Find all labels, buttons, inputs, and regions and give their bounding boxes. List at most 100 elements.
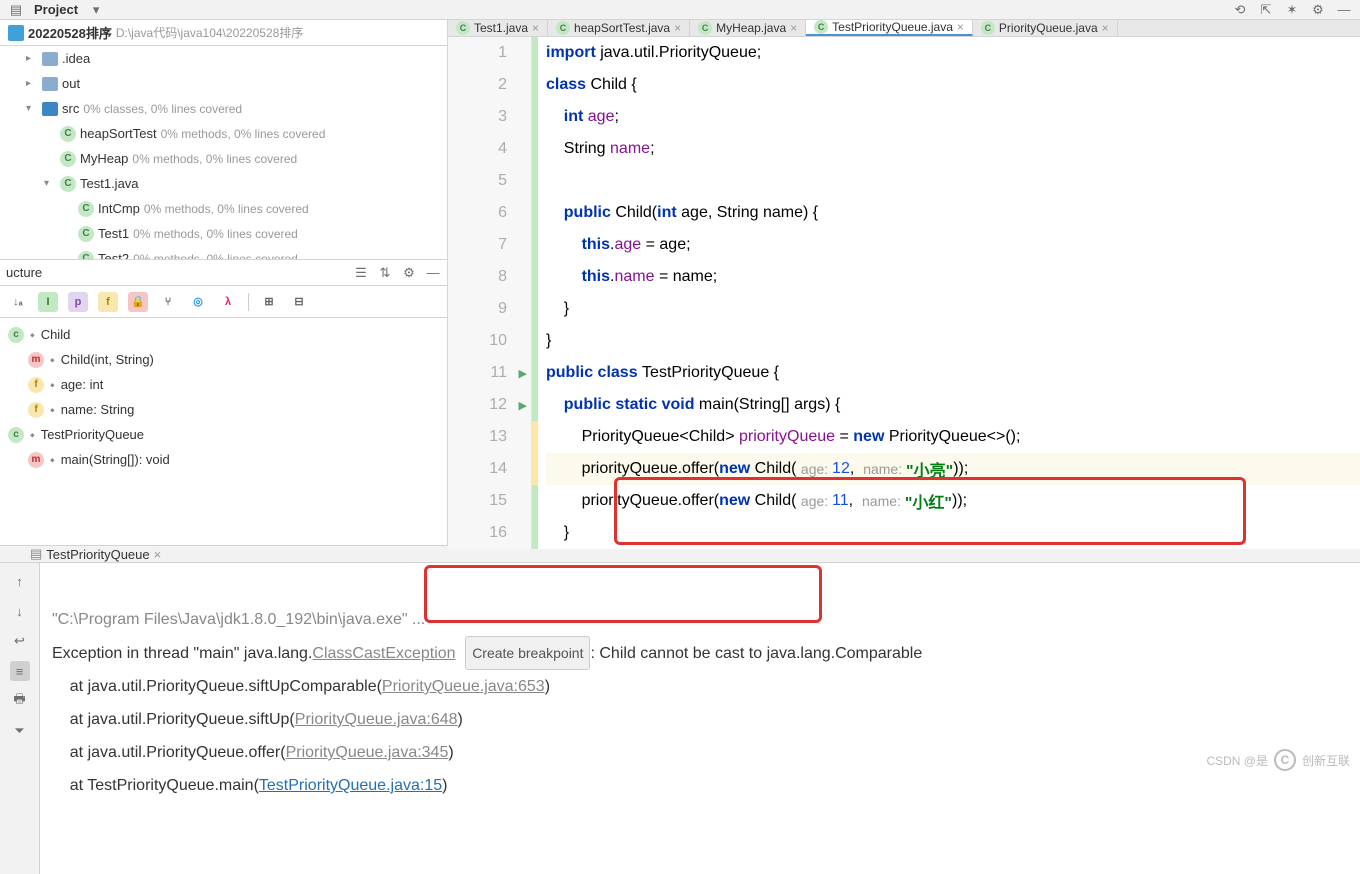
run-gutter-icon[interactable]: ▶ [519, 399, 527, 412]
tree-row[interactable]: CTest1 0% methods, 0% lines covered [0, 221, 447, 246]
line-number[interactable]: 3 [448, 101, 531, 133]
stack-link[interactable]: TestPriorityQueue.java:15 [259, 777, 442, 794]
code-line[interactable]: import java.util.PriorityQueue; [546, 37, 1360, 69]
stack-link[interactable]: PriorityQueue.java:345 [286, 744, 449, 761]
tree-row[interactable]: ▸out [0, 71, 447, 96]
create-breakpoint-button[interactable]: Create breakpoint [465, 636, 590, 670]
gear-icon[interactable]: ⚙ [401, 265, 417, 281]
run-gutter-icon[interactable]: ▶ [519, 367, 527, 380]
stack-link[interactable]: PriorityQueue.java:648 [295, 711, 458, 728]
gear-icon[interactable]: ⚙ [1310, 2, 1326, 18]
struct-opt2-icon[interactable]: ⇅ [377, 265, 393, 281]
chevron-icon[interactable]: ▸ [26, 78, 38, 89]
expand-all-icon[interactable]: ⊞ [259, 292, 279, 312]
structure-row[interactable]: c⬩TestPriorityQueue [0, 422, 447, 447]
chevron-icon[interactable]: ▸ [26, 53, 38, 64]
collapse-all-icon[interactable]: ⊟ [289, 292, 309, 312]
line-number[interactable]: 5 [448, 165, 531, 197]
dropdown-icon[interactable]: ▾ [88, 2, 104, 18]
code-line[interactable]: int age; [546, 101, 1360, 133]
close-icon[interactable]: × [674, 21, 681, 35]
structure-row[interactable]: c⬩Child [0, 322, 447, 347]
print-icon[interactable]: 🖶 [10, 691, 30, 711]
code-line[interactable]: public static void main(String[] args) { [546, 389, 1360, 421]
sort-icon[interactable]: ↓ₐ [8, 292, 28, 312]
wrap-icon[interactable]: ↩ [10, 631, 30, 651]
code-editor[interactable]: 1234567891011▶12▶13141516 import java.ut… [448, 37, 1360, 549]
struct-opt1-icon[interactable]: ☰ [353, 265, 369, 281]
editor-tab[interactable]: CMyHeap.java× [690, 20, 806, 36]
code-area[interactable]: import java.util.PriorityQueue;class Chi… [538, 37, 1360, 549]
code-line[interactable]: this.age = age; [546, 229, 1360, 261]
close-icon[interactable]: × [957, 20, 964, 34]
close-icon[interactable]: × [532, 21, 539, 35]
code-line[interactable]: PriorityQueue<Child> priorityQueue = new… [546, 421, 1360, 453]
line-number[interactable]: 12▶ [448, 389, 531, 421]
code-line[interactable]: class Child { [546, 69, 1360, 101]
tree-row[interactable]: CTest2 0% methods, 0% lines covered [0, 246, 447, 260]
expand-icon[interactable]: ⇱ [1258, 2, 1274, 18]
up-icon[interactable]: ↑ [10, 571, 30, 591]
line-number[interactable]: 13 [448, 421, 531, 453]
code-line[interactable]: public class TestPriorityQueue { [546, 357, 1360, 389]
filter-lock-icon[interactable]: 🔒 [128, 292, 148, 312]
chevron-icon[interactable]: ▾ [26, 103, 38, 114]
code-line[interactable]: priorityQueue.offer(new Child( age: 11, … [546, 485, 1360, 517]
tree-row[interactable]: CheapSortTest 0% methods, 0% lines cover… [0, 121, 447, 146]
line-number[interactable]: 15 [448, 485, 531, 517]
line-number[interactable]: 6 [448, 197, 531, 229]
tree-row[interactable]: ▾CTest1.java [0, 171, 447, 196]
code-line[interactable]: public Child(int age, String name) { [546, 197, 1360, 229]
scroll-icon[interactable]: ≡ [10, 661, 30, 681]
console-tab[interactable]: ▤ TestPriorityQueue × [30, 546, 161, 562]
filter-property-icon[interactable]: p [68, 292, 88, 312]
line-number[interactable]: 7 [448, 229, 531, 261]
editor-tab[interactable]: CheapSortTest.java× [548, 20, 690, 36]
project-icon[interactable]: ▤ [8, 2, 24, 18]
close-icon[interactable]: × [154, 547, 162, 562]
line-number[interactable]: 2 [448, 69, 531, 101]
filter-branch-icon[interactable]: ⑂ [158, 292, 178, 312]
structure-row[interactable]: m⬩main(String[]): void [0, 447, 447, 472]
line-number[interactable]: 16 [448, 517, 531, 549]
close-icon[interactable]: × [790, 21, 797, 35]
sync-icon[interactable]: ⟲ [1232, 2, 1248, 18]
editor-tab[interactable]: CTestPriorityQueue.java× [806, 20, 973, 36]
editor-tab[interactable]: CPriorityQueue.java× [973, 20, 1118, 36]
code-line[interactable] [546, 165, 1360, 197]
code-line[interactable]: String name; [546, 133, 1360, 165]
editor-tab[interactable]: CTest1.java× [448, 20, 548, 36]
code-line[interactable]: } [546, 293, 1360, 325]
project-label[interactable]: Project [34, 2, 78, 17]
code-line[interactable]: priorityQueue.offer(new Child( age: 12, … [546, 453, 1360, 485]
line-number[interactable]: 8 [448, 261, 531, 293]
line-number[interactable]: 9 [448, 293, 531, 325]
filter-lambda-icon[interactable]: λ [218, 292, 238, 312]
line-number[interactable]: 10 [448, 325, 531, 357]
filter-interface-icon[interactable]: I [38, 292, 58, 312]
line-number[interactable]: 4 [448, 133, 531, 165]
collapse-icon[interactable]: ✶ [1284, 2, 1300, 18]
filter-icon[interactable]: ⏷ [10, 721, 30, 741]
tree-row[interactable]: ▾src 0% classes, 0% lines covered [0, 96, 447, 121]
close-icon[interactable]: × [1102, 21, 1109, 35]
line-number[interactable]: 14 [448, 453, 531, 485]
code-line[interactable]: } [546, 517, 1360, 549]
structure-row[interactable]: f⬩name: String [0, 397, 447, 422]
tree-row[interactable]: CMyHeap 0% methods, 0% lines covered [0, 146, 447, 171]
exception-link[interactable]: ClassCastException [312, 645, 455, 662]
line-number[interactable]: 11▶ [448, 357, 531, 389]
gutter[interactable]: 1234567891011▶12▶13141516 [448, 37, 532, 549]
code-line[interactable]: } [546, 325, 1360, 357]
minimize-icon[interactable]: — [425, 265, 441, 281]
breadcrumb[interactable]: 20220528排序 D:\java代码\java104\20220528排序 [0, 20, 447, 46]
minimize-icon[interactable]: — [1336, 2, 1352, 18]
code-line[interactable]: this.name = name; [546, 261, 1360, 293]
filter-target-icon[interactable]: ◎ [188, 292, 208, 312]
structure-row[interactable]: m⬩Child(int, String) [0, 347, 447, 372]
structure-row[interactable]: f⬩age: int [0, 372, 447, 397]
chevron-icon[interactable]: ▾ [44, 178, 56, 189]
console-output[interactable]: "C:\Program Files\Java\jdk1.8.0_192\bin\… [40, 563, 1360, 874]
line-number[interactable]: 1 [448, 37, 531, 69]
tree-row[interactable]: ▸.idea [0, 46, 447, 71]
